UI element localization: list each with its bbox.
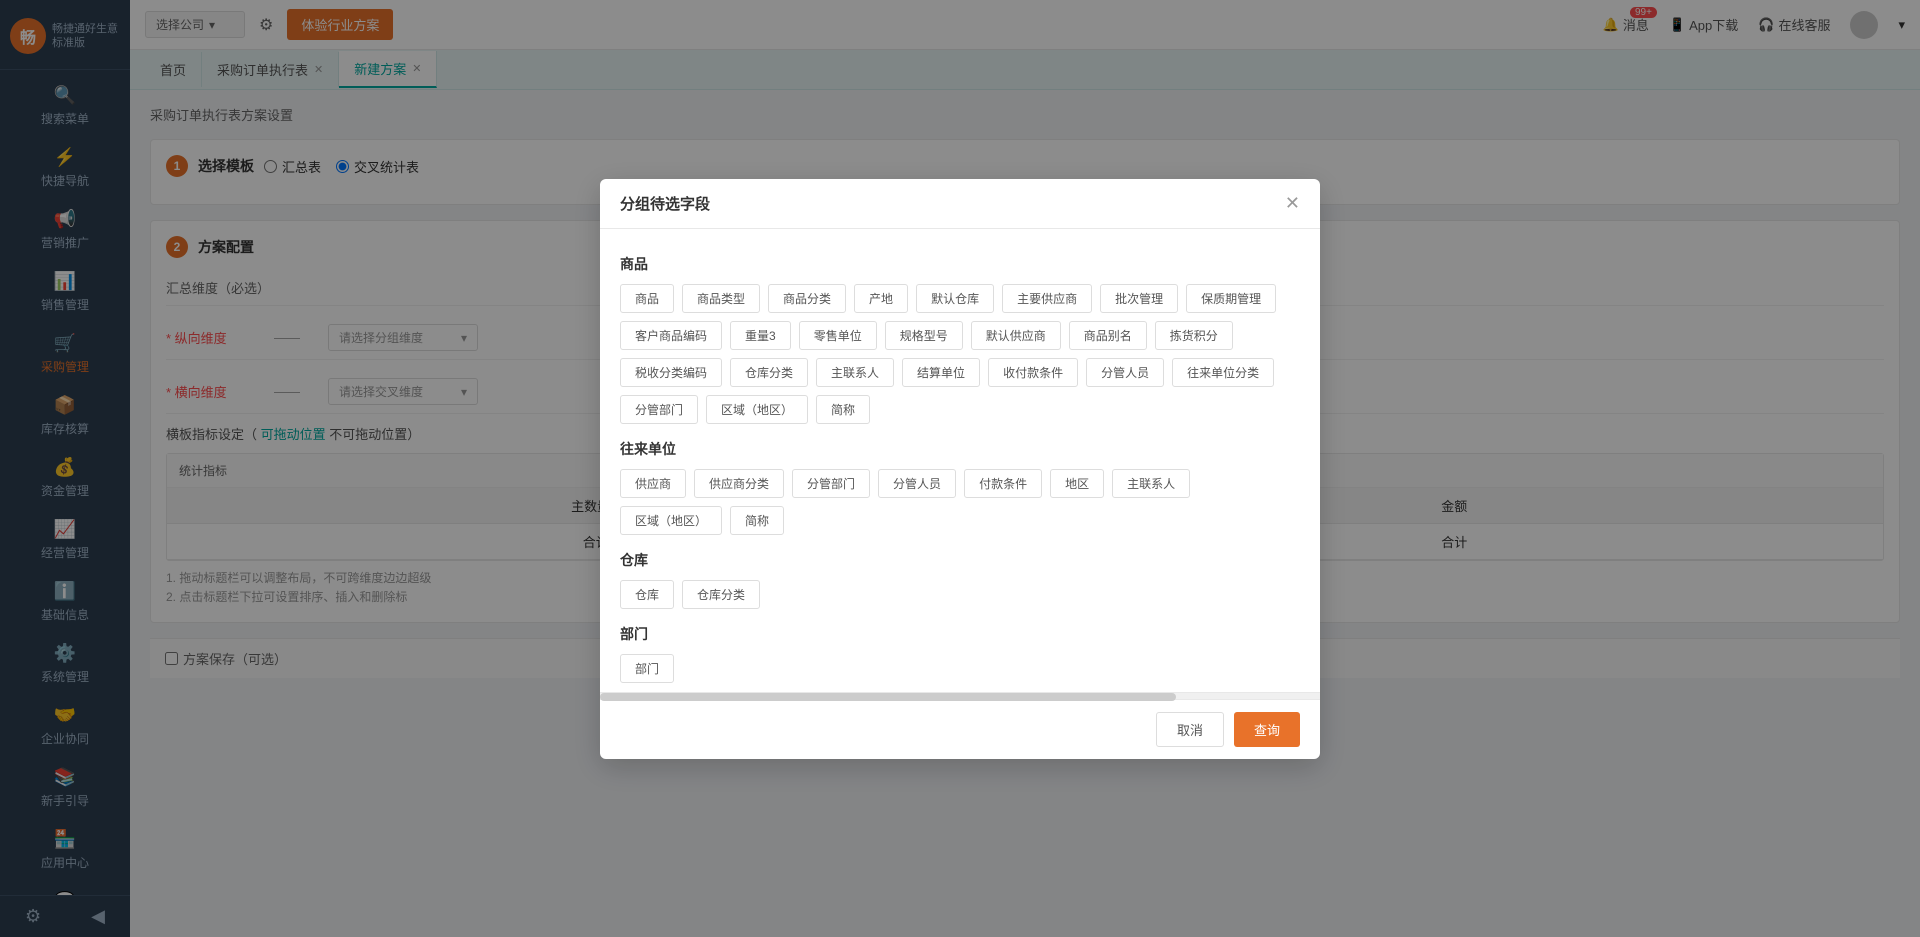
field-tag-结算单位[interactable]: 结算单位 [902,358,980,387]
field-tag-分管部门[interactable]: 分管部门 [620,395,698,424]
field-tag-仓库[interactable]: 仓库 [620,580,674,609]
field-tag-重量3[interactable]: 重量3 [730,321,791,350]
modal-title: 分组待选字段 [620,193,710,214]
close-icon[interactable]: ✕ [1285,193,1300,214]
field-tag-商品分类[interactable]: 商品分类 [768,284,846,313]
field-tag-拣货积分[interactable]: 拣货积分 [1155,321,1233,350]
field-tag-产地[interactable]: 产地 [854,284,908,313]
field-tag-分管人员[interactable]: 分管人员 [878,469,956,498]
field-tag-区域（地区）[interactable]: 区域（地区） [706,395,808,424]
field-tag-部门[interactable]: 部门 [620,654,674,683]
field-tag-区域（地区）[interactable]: 区域（地区） [620,506,722,535]
field-tag-地区[interactable]: 地区 [1050,469,1104,498]
field-tag-零售单位[interactable]: 零售单位 [799,321,877,350]
field-tag-商品别名[interactable]: 商品别名 [1069,321,1147,350]
field-tag-仓库分类[interactable]: 仓库分类 [730,358,808,387]
field-tag-分管部门[interactable]: 分管部门 [792,469,870,498]
field-tag-主联系人[interactable]: 主联系人 [816,358,894,387]
cancel-button[interactable]: 取消 [1156,712,1224,747]
section-title-往来单位: 往来单位 [620,439,1300,459]
field-tag-主联系人[interactable]: 主联系人 [1112,469,1190,498]
field-tag-保质期管理[interactable]: 保质期管理 [1186,284,1276,313]
field-tag-规格型号[interactable]: 规格型号 [885,321,963,350]
field-tag-主要供应商[interactable]: 主要供应商 [1002,284,1092,313]
field-tag-供应商[interactable]: 供应商 [620,469,686,498]
field-tag-商品[interactable]: 商品 [620,284,674,313]
field-tag-客户商品编码[interactable]: 客户商品编码 [620,321,722,350]
field-tag-简称[interactable]: 简称 [730,506,784,535]
field-tags-商品: 商品商品类型商品分类产地默认仓库主要供应商批次管理保质期管理客户商品编码重量3 零… [620,284,1300,424]
field-tag-商品类型[interactable]: 商品类型 [682,284,760,313]
horizontal-scrollbar[interactable] [600,692,1320,698]
modal-header: 分组待选字段 ✕ [600,179,1320,229]
field-tags-往来单位: 供应商供应商分类分管部门分管人员付款条件地区主联系人区域（地区） 简称 [620,469,1300,535]
field-tags-部门: 部门 [620,654,1300,683]
section-title-商品: 商品 [620,254,1300,274]
section-title-部门: 部门 [620,624,1300,644]
modal-overlay: 分组待选字段 ✕ 商品商品商品类型商品分类产地默认仓库主要供应商批次管理保质期管… [0,0,1920,937]
field-tag-简称[interactable]: 简称 [816,395,870,424]
field-tag-默认仓库[interactable]: 默认仓库 [916,284,994,313]
field-tag-税收分类编码[interactable]: 税收分类编码 [620,358,722,387]
scrollbar-thumb[interactable] [600,693,1176,701]
field-tags-仓库: 仓库仓库分类 [620,580,1300,609]
modal-footer: 取消 查询 [600,699,1320,759]
field-tag-默认供应商[interactable]: 默认供应商 [971,321,1061,350]
confirm-button[interactable]: 查询 [1234,712,1300,747]
field-tag-往来单位分类[interactable]: 往来单位分类 [1172,358,1274,387]
modal-body: 商品商品商品类型商品分类产地默认仓库主要供应商批次管理保质期管理客户商品编码重量… [600,229,1320,693]
field-tag-付款条件[interactable]: 付款条件 [964,469,1042,498]
field-tag-供应商分类[interactable]: 供应商分类 [694,469,784,498]
section-title-仓库: 仓库 [620,550,1300,570]
field-tag-批次管理[interactable]: 批次管理 [1100,284,1178,313]
field-tag-收付款条件[interactable]: 收付款条件 [988,358,1078,387]
field-tag-分管人员[interactable]: 分管人员 [1086,358,1164,387]
field-tag-仓库分类[interactable]: 仓库分类 [682,580,760,609]
field-selector-modal: 分组待选字段 ✕ 商品商品商品类型商品分类产地默认仓库主要供应商批次管理保质期管… [600,179,1320,759]
